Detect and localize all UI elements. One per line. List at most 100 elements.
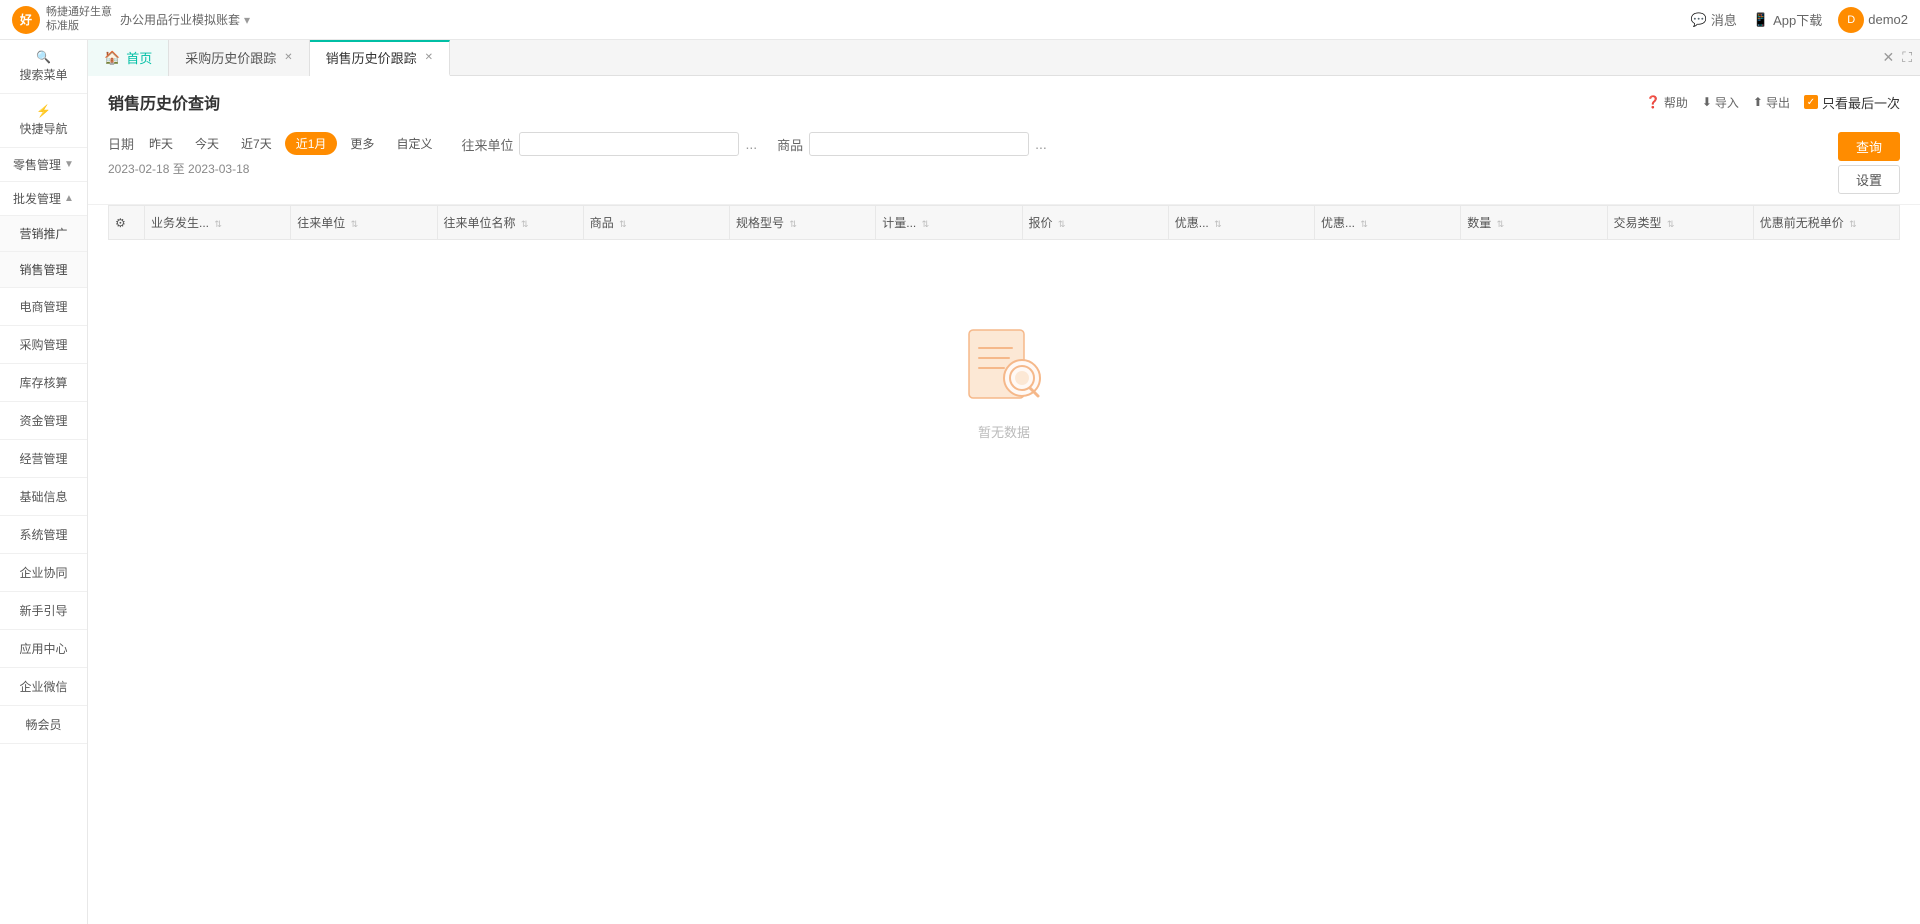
logo-area: 好 畅捷通好生意 标准版 [12, 6, 112, 34]
col-business-date[interactable]: 业务发生... ⇅ [145, 206, 291, 240]
sort-icon: ⇅ [1360, 219, 1368, 229]
sidebar-item-search-menu[interactable]: 🔍 搜索菜单 [0, 40, 87, 94]
maximize-action[interactable]: ⛶ [1902, 49, 1912, 66]
date-btn-7days[interactable]: 近7天 [232, 132, 281, 155]
counterparty-filter-group: 往来单位 ... [461, 132, 757, 156]
date-btn-today[interactable]: 今天 [186, 132, 228, 155]
sort-icon: ⇅ [1667, 219, 1675, 229]
sort-icon: ⇅ [1849, 219, 1857, 229]
sort-icon: ⇅ [619, 219, 627, 229]
empty-icon [954, 320, 1054, 410]
sidebar-item-inventory[interactable]: 库存核算 [0, 364, 87, 402]
col-discount2[interactable]: 优惠... ⇅ [1315, 206, 1461, 240]
user-area[interactable]: D demo2 [1838, 7, 1908, 33]
date-buttons: 昨天 今天 近7天 近1月 更多 自定义 [140, 132, 441, 155]
gear-icon: ⚙ [115, 216, 126, 230]
col-counterparty-name[interactable]: 往来单位名称 ⇅ [437, 206, 583, 240]
sidebar-item-basic-info[interactable]: 基础信息 [0, 478, 87, 516]
counterparty-dots-btn[interactable]: ... [745, 136, 757, 152]
col-quoted-price[interactable]: 报价 ⇅ [1022, 206, 1168, 240]
col-unit[interactable]: 计量... ⇅ [876, 206, 1022, 240]
sidebar-item-retail-mgmt[interactable]: 零售管理 ▼ [0, 148, 87, 182]
col-counterparty-code[interactable]: 往来单位 ⇅ [291, 206, 437, 240]
close-tab-action[interactable]: ✕ [1882, 49, 1894, 66]
message-btn[interactable]: 💬 消息 [1691, 10, 1737, 29]
sidebar: 🔍 搜索菜单 ⚡ 快捷导航 零售管理 ▼ 批发管理 ▲ 营销推广 销售管理 电商… [0, 40, 88, 924]
tab-sales-history[interactable]: 销售历史价跟踪 ✕ [310, 40, 450, 76]
table-wrapper: ⚙ 业务发生... ⇅ 往来单位 ⇅ 往来单位名称 [88, 205, 1920, 521]
sidebar-item-purchase[interactable]: 采购管理 [0, 326, 87, 364]
filter-area: 日期 昨天 今天 近7天 近1月 更多 自定义 2023-02-18 至 202… [88, 124, 1920, 205]
filter-action-btns: 查询 设置 [1838, 132, 1900, 194]
home-icon: 🏠 [104, 50, 120, 66]
col-product[interactable]: 商品 ⇅ [583, 206, 729, 240]
col-quantity[interactable]: 数量 ⇅ [1461, 206, 1607, 240]
sort-icon: ⇅ [521, 219, 529, 229]
sort-icon: ⇅ [351, 219, 359, 229]
export-btn[interactable]: ⬆ 导出 [1753, 94, 1790, 111]
sidebar-item-quick-nav[interactable]: ⚡ 快捷导航 [0, 94, 87, 148]
sort-icon: ⇅ [922, 219, 930, 229]
nav-icon: ⚡ [36, 104, 51, 118]
date-filter-group: 日期 昨天 今天 近7天 近1月 更多 自定义 2023-02-18 至 202… [108, 132, 441, 177]
search-icon: 🔍 [36, 50, 51, 64]
tab-purchase-history[interactable]: 采购历史价跟踪 ✕ [169, 40, 309, 76]
top-bar-right: 💬 消息 📱 App下载 D demo2 [1691, 7, 1908, 33]
date-label: 日期 [108, 134, 134, 153]
product-input[interactable] [809, 132, 1029, 156]
page-title: 销售历史价查询 [108, 90, 220, 114]
col-pretax-price[interactable]: 优惠前无税单价 ⇅ [1753, 206, 1899, 240]
sidebar-item-system-mgmt[interactable]: 系统管理 [0, 516, 87, 554]
sidebar-item-ecommerce[interactable]: 电商管理 [0, 288, 87, 326]
checkbox-icon: ✓ [1804, 95, 1818, 109]
chevron-down-icon[interactable]: ▾ [244, 13, 250, 27]
query-button[interactable]: 查询 [1838, 132, 1900, 161]
product-filter-group: 商品 ... [777, 132, 1047, 156]
product-dots-btn[interactable]: ... [1035, 136, 1047, 152]
tab-close-purchase[interactable]: ✕ [284, 52, 292, 63]
main-layout: 🔍 搜索菜单 ⚡ 快捷导航 零售管理 ▼ 批发管理 ▲ 营销推广 销售管理 电商… [0, 40, 1920, 924]
sort-icon: ⇅ [1497, 219, 1505, 229]
only-last-checkbox-area[interactable]: ✓ 只看最后一次 [1804, 93, 1900, 112]
date-btn-1month[interactable]: 近1月 [285, 132, 338, 155]
help-btn[interactable]: ❓ 帮助 [1646, 94, 1688, 111]
sort-icon: ⇅ [789, 219, 797, 229]
date-btn-more[interactable]: 更多 [341, 132, 383, 155]
page-content: 销售历史价查询 ❓ 帮助 ⬇ 导入 ⬆ 导出 ✓ [88, 76, 1920, 924]
tab-close-sales[interactable]: ✕ [425, 52, 433, 63]
sort-icon: ⇅ [214, 219, 222, 229]
sidebar-item-finance[interactable]: 资金管理 [0, 402, 87, 440]
app-download-btn[interactable]: 📱 App下载 [1753, 10, 1822, 29]
sidebar-item-membership[interactable]: 畅会员 [0, 706, 87, 744]
sort-icon: ⇅ [1214, 219, 1222, 229]
sidebar-item-marketing[interactable]: 营销推广 [0, 216, 87, 252]
sort-icon: ⇅ [1058, 219, 1066, 229]
avatar: D [1838, 7, 1864, 33]
sidebar-item-corp-wechat[interactable]: 企业微信 [0, 668, 87, 706]
date-btn-custom[interactable]: 自定义 [387, 132, 441, 155]
data-table: ⚙ 业务发生... ⇅ 往来单位 ⇅ 往来单位名称 [108, 205, 1900, 240]
col-discount1[interactable]: 优惠... ⇅ [1168, 206, 1314, 240]
tab-bar: 🏠 首页 采购历史价跟踪 ✕ 销售历史价跟踪 ✕ ✕ ⛶ [88, 40, 1920, 76]
message-icon: 💬 [1691, 12, 1707, 28]
date-btn-yesterday[interactable]: 昨天 [140, 132, 182, 155]
empty-state: 暂无数据 [108, 240, 1900, 521]
empty-text: 暂无数据 [978, 422, 1030, 441]
sidebar-item-wholesale-mgmt[interactable]: 批发管理 ▲ [0, 182, 87, 216]
sidebar-item-newbie[interactable]: 新手引导 [0, 592, 87, 630]
page-header-row: 销售历史价查询 ❓ 帮助 ⬇ 导入 ⬆ 导出 ✓ [88, 76, 1920, 124]
settings-button[interactable]: 设置 [1838, 165, 1900, 194]
sidebar-item-app-center[interactable]: 应用中心 [0, 630, 87, 668]
logo-text: 畅捷通好生意 标准版 [46, 6, 112, 32]
sidebar-item-operations[interactable]: 经营管理 [0, 440, 87, 478]
sidebar-item-enterprise[interactable]: 企业协同 [0, 554, 87, 592]
import-btn[interactable]: ⬇ 导入 [1702, 94, 1739, 111]
col-gear[interactable]: ⚙ [109, 206, 145, 240]
tab-home[interactable]: 🏠 首页 [88, 40, 169, 76]
counterparty-input[interactable] [519, 132, 739, 156]
sidebar-item-sales-mgmt[interactable]: 销售管理 [0, 252, 87, 288]
export-icon: ⬆ [1753, 95, 1763, 109]
col-spec[interactable]: 规格型号 ⇅ [730, 206, 876, 240]
tab-bar-actions: ✕ ⛶ [1882, 49, 1920, 66]
col-trade-type[interactable]: 交易类型 ⇅ [1607, 206, 1753, 240]
